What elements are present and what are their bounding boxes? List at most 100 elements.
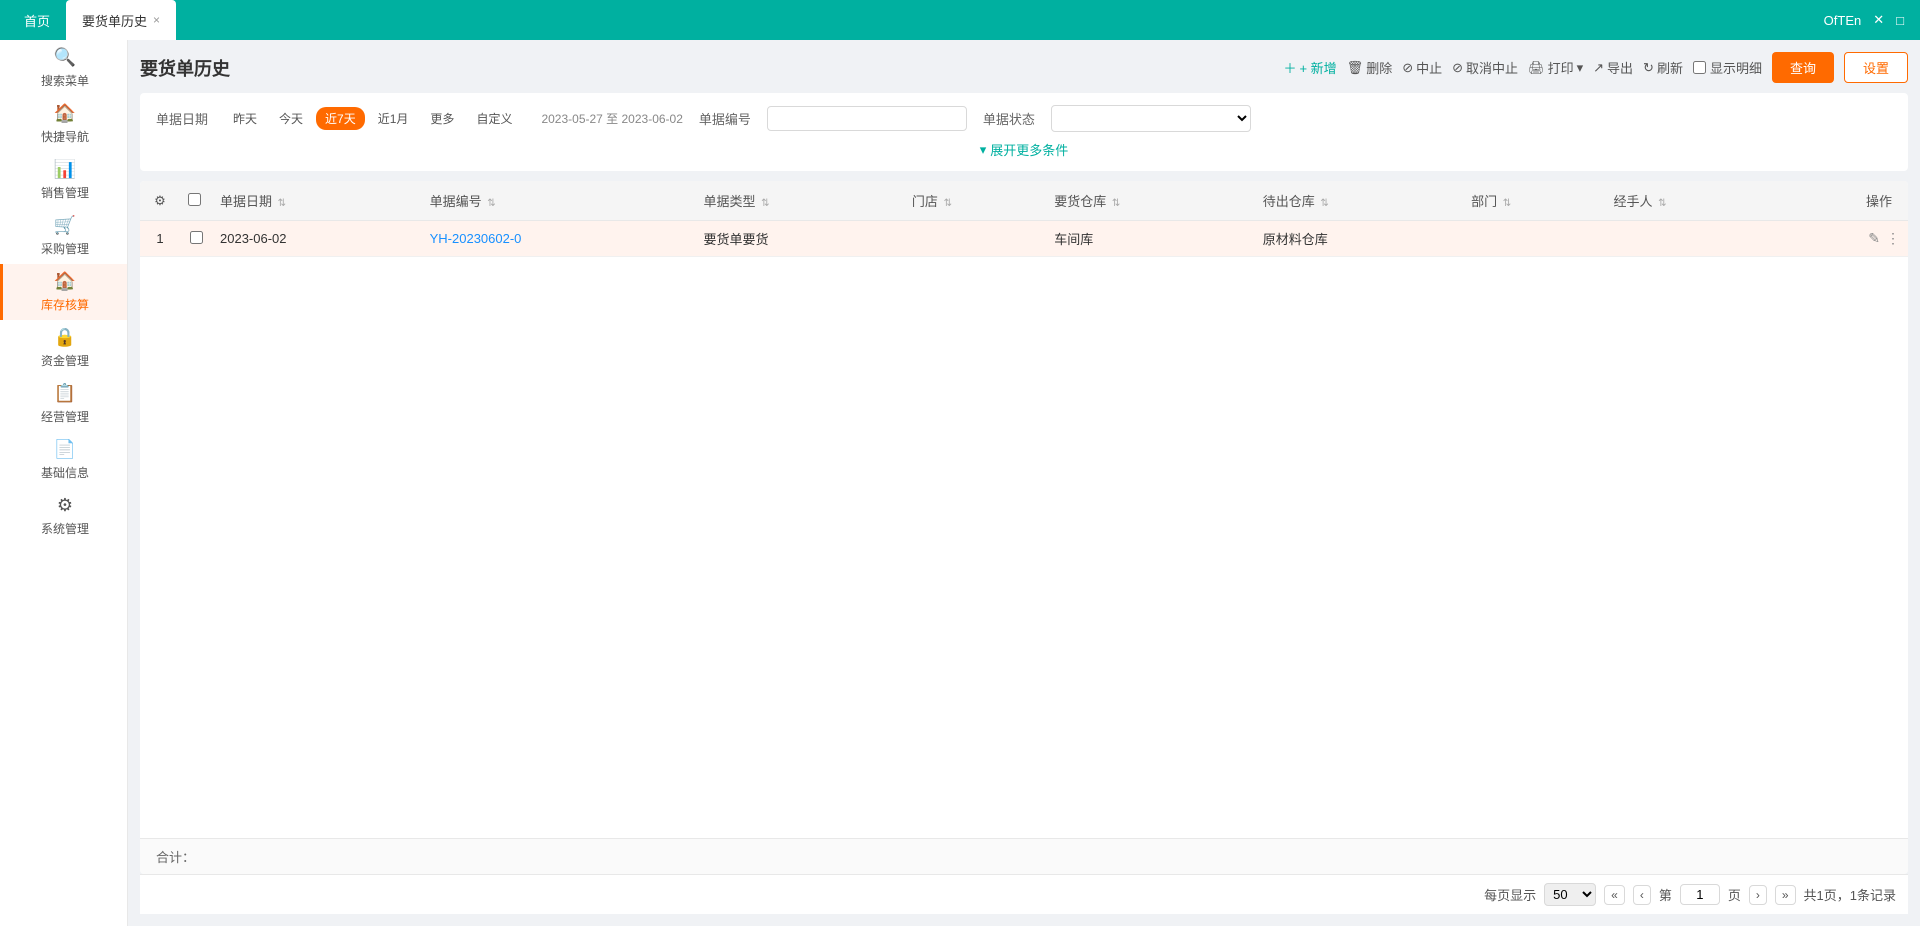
- row-checkbox[interactable]: [190, 231, 203, 244]
- expand-more-button[interactable]: ▾ 展开更多条件: [156, 140, 1892, 159]
- select-all-checkbox[interactable]: [188, 193, 201, 206]
- sidebar-item-quick-nav[interactable]: 🏠 快捷导航: [0, 96, 127, 152]
- cancel-stop-button[interactable]: ⊘ 取消中止: [1452, 58, 1518, 77]
- doc-number-input[interactable]: [767, 106, 967, 131]
- sort-dept-icon: ⇅: [1503, 198, 1511, 209]
- display-detail-toggle[interactable]: 显示明细: [1693, 58, 1762, 77]
- settings-button[interactable]: 设置: [1844, 52, 1908, 83]
- col-req-warehouse[interactable]: 要货仓库 ⇅: [1046, 181, 1254, 221]
- new-label: + 新增: [1299, 58, 1336, 77]
- first-page-button[interactable]: «: [1604, 885, 1625, 905]
- sidebar-label-inventory: 库存核算: [41, 296, 89, 313]
- last-page-button[interactable]: »: [1775, 885, 1796, 905]
- filter-panel: 单据日期 昨天 今天 近7天 近1月 更多 自定义 2023-05-27 至 2…: [140, 93, 1908, 171]
- sort-pending-warehouse-icon: ⇅: [1320, 198, 1328, 209]
- col-handler-label: 经手人: [1613, 194, 1652, 209]
- refresh-button[interactable]: ↻ 刷新: [1643, 58, 1683, 77]
- date-btn-more[interactable]: 更多: [421, 107, 463, 130]
- summary-label: 合计：: [156, 850, 195, 865]
- jump-prefix: 第: [1659, 885, 1672, 904]
- col-type[interactable]: 单据类型 ⇅: [696, 181, 904, 221]
- col-settings[interactable]: ⚙: [140, 181, 180, 221]
- system-icon: ⚙: [57, 495, 73, 516]
- date-filter-buttons: 昨天 今天 近7天 近1月 更多 自定义: [224, 107, 521, 130]
- print-icon: 🖨: [1528, 60, 1545, 76]
- delete-button[interactable]: 🗑 删除: [1347, 58, 1393, 77]
- table-header-row: ⚙ 单据日期 ⇅ 单据编号 ⇅ 单据类型: [140, 181, 1908, 221]
- doc-status-wrap: [1051, 105, 1892, 132]
- row-edit-icon[interactable]: ✎: [1868, 230, 1880, 247]
- per-page-select[interactable]: 50 10 20 100: [1544, 883, 1596, 906]
- page-number-input[interactable]: [1680, 884, 1720, 905]
- table-footer: 合计：: [140, 838, 1908, 874]
- base-icon: 📄: [54, 439, 76, 460]
- sidebar-item-system[interactable]: ⚙ 系统管理: [0, 488, 127, 544]
- sidebar-label-system: 系统管理: [41, 520, 89, 537]
- sidebar-label-finance: 资金管理: [41, 352, 89, 369]
- row-checkbox-cell: [180, 221, 212, 257]
- tab-home[interactable]: 首页: [8, 0, 66, 40]
- date-btn-today[interactable]: 今天: [270, 107, 312, 130]
- search-icon: 🔍: [54, 47, 76, 68]
- finance-icon: 🔒: [54, 327, 76, 348]
- col-store[interactable]: 门店 ⇅: [904, 181, 1046, 221]
- pagination-bar: 每页显示 50 10 20 100 « ‹ 第 页 › » 共1页，1条记录: [140, 874, 1908, 914]
- stop-button[interactable]: ⊘ 中止: [1402, 58, 1442, 77]
- row-pending-warehouse: 原材料仓库: [1255, 221, 1463, 257]
- row-dept: [1463, 221, 1605, 257]
- date-btn-yesterday[interactable]: 昨天: [224, 107, 266, 130]
- prev-page-button[interactable]: ‹: [1633, 885, 1651, 905]
- table-empty-space: [140, 257, 1908, 838]
- operations-icon: 📋: [54, 383, 76, 404]
- row-num: 1: [140, 221, 180, 257]
- query-button[interactable]: 查询: [1772, 52, 1834, 83]
- window-maximize-icon[interactable]: □: [1896, 13, 1904, 28]
- tab-requisition-history[interactable]: 要货单历史 ×: [66, 0, 176, 40]
- export-button[interactable]: ↗ 导出: [1593, 58, 1633, 77]
- col-pending-warehouse[interactable]: 待出仓库 ⇅: [1255, 181, 1463, 221]
- doc-status-select[interactable]: [1051, 105, 1251, 132]
- row-more-icon[interactable]: ⋮: [1886, 230, 1900, 247]
- sidebar-item-search[interactable]: 🔍 搜索菜单: [0, 40, 127, 96]
- sidebar-item-purchase[interactable]: 🛒 采购管理: [0, 208, 127, 264]
- row-number: YH-20230602-0: [422, 221, 696, 257]
- sales-icon: 📊: [54, 159, 76, 180]
- date-btn-custom[interactable]: 自定义: [467, 107, 521, 130]
- sidebar-item-finance[interactable]: 🔒 资金管理: [0, 320, 127, 376]
- date-btn-7days[interactable]: 近7天: [316, 107, 365, 130]
- col-handler[interactable]: 经手人 ⇅: [1605, 181, 1780, 221]
- row-date: 2023-06-02: [212, 221, 422, 257]
- sidebar-label-purchase: 采购管理: [41, 240, 89, 257]
- col-number[interactable]: 单据编号 ⇅: [422, 181, 696, 221]
- close-tab-icon[interactable]: ×: [153, 13, 160, 27]
- col-number-label: 单据编号: [430, 194, 482, 209]
- display-detail-checkbox[interactable]: [1693, 61, 1706, 74]
- sort-store-icon: ⇅: [944, 198, 952, 209]
- sidebar-item-sales[interactable]: 📊 销售管理: [0, 152, 127, 208]
- purchase-icon: 🛒: [54, 215, 76, 236]
- print-button[interactable]: 🖨 打印 ▾: [1528, 58, 1583, 77]
- window-close-icon[interactable]: ✕: [1873, 12, 1884, 28]
- sidebar-label-search: 搜索菜单: [41, 72, 89, 89]
- sidebar-item-base[interactable]: 📄 基础信息: [0, 432, 127, 488]
- col-dept[interactable]: 部门 ⇅: [1463, 181, 1605, 221]
- page-label: 页: [1728, 885, 1741, 904]
- sort-handler-icon: ⇅: [1658, 198, 1666, 209]
- date-btn-1month[interactable]: 近1月: [369, 107, 418, 130]
- row-handler: [1605, 221, 1780, 257]
- cancel-stop-icon: ⊘: [1452, 60, 1463, 76]
- row-store: [904, 221, 1046, 257]
- col-checkbox: [180, 181, 212, 221]
- sidebar-item-inventory[interactable]: 🏠 库存核算: [0, 264, 127, 320]
- col-type-label: 单据类型: [704, 194, 756, 209]
- sort-date-icon: ⇅: [278, 198, 286, 209]
- row-number-link[interactable]: YH-20230602-0: [430, 231, 522, 246]
- col-pending-warehouse-label: 待出仓库: [1263, 194, 1315, 209]
- col-date[interactable]: 单据日期 ⇅: [212, 181, 422, 221]
- next-page-button[interactable]: ›: [1749, 885, 1767, 905]
- print-label: 打印: [1548, 58, 1574, 77]
- delete-label: 删除: [1366, 58, 1392, 77]
- new-button[interactable]: ＋ + 新增: [1283, 58, 1336, 77]
- sidebar-item-operations[interactable]: 📋 经营管理: [0, 376, 127, 432]
- col-date-label: 单据日期: [220, 194, 272, 209]
